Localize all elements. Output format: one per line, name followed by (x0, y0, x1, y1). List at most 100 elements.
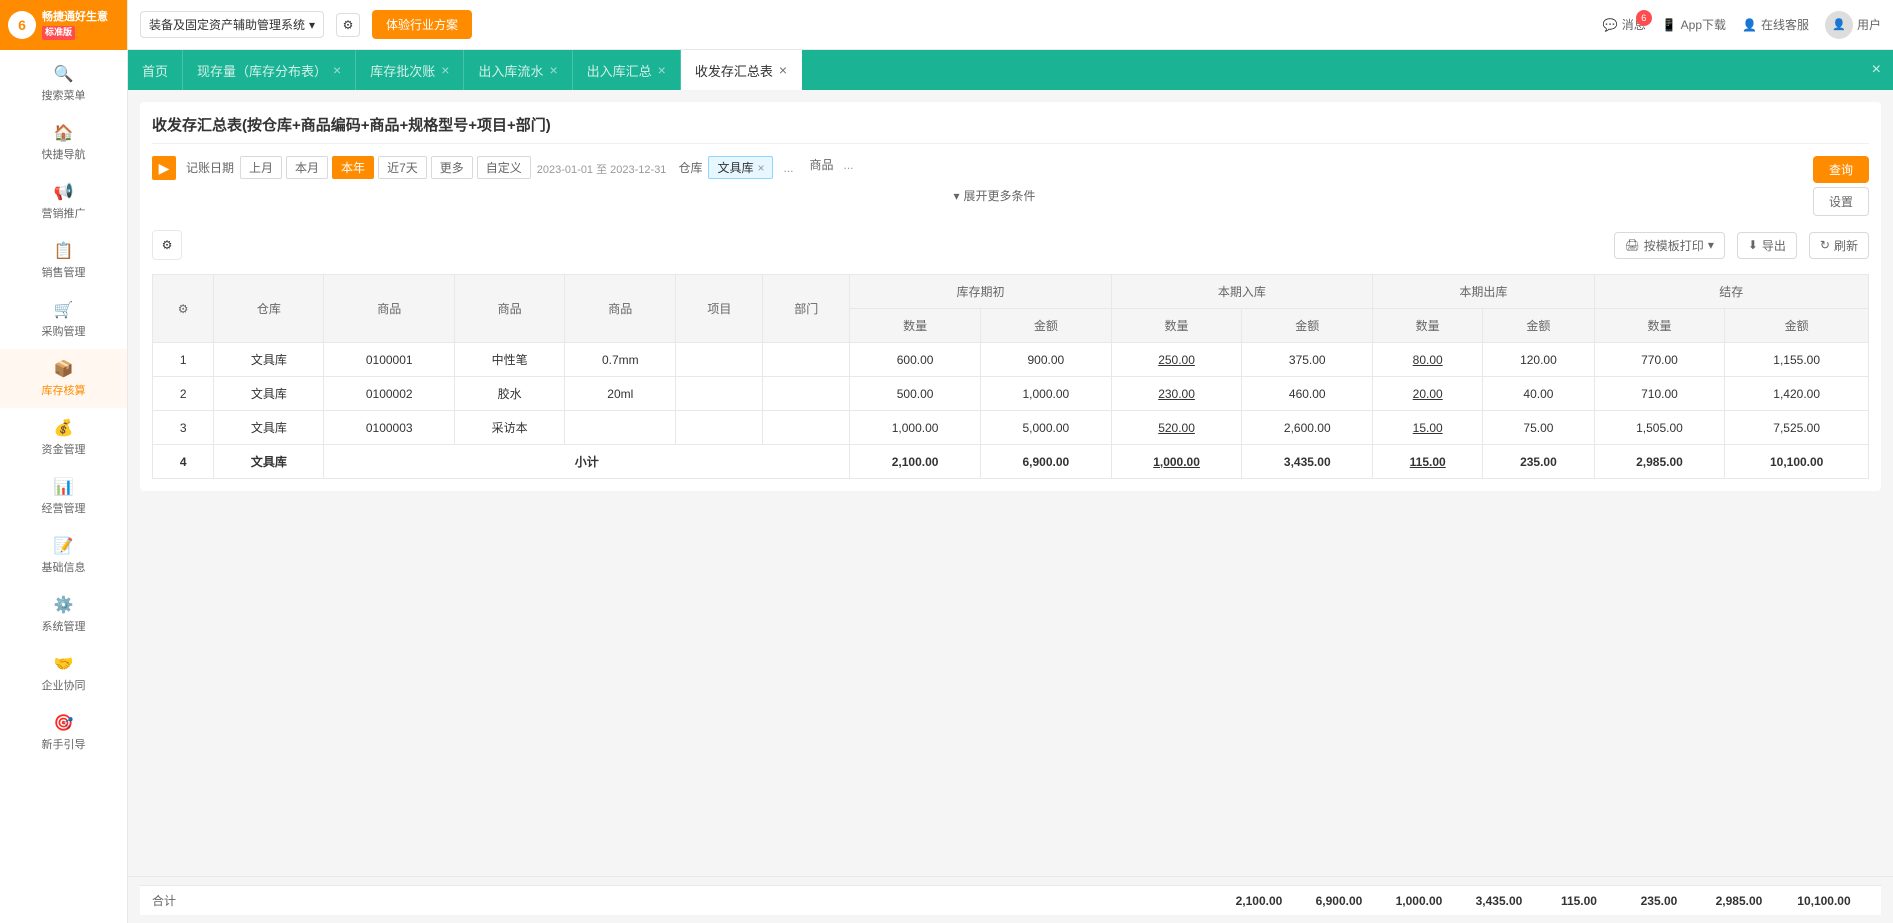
tab-inout-flow[interactable]: 出入库流水 × (464, 50, 572, 90)
sidebar-item-enterprise[interactable]: 🤝企业协同 (0, 644, 127, 703)
refresh-btn[interactable]: ↻ 刷新 (1809, 232, 1869, 259)
date-btn-更多[interactable]: 更多 (431, 156, 473, 179)
logo-text: 畅捷通好生意 标准版 (42, 10, 108, 40)
tab-close-batch[interactable]: × (441, 63, 449, 77)
sidebar-icon-basic-info: 📝 (54, 536, 74, 556)
sidebar-item-purchase[interactable]: 🛒 采购管理 (0, 290, 127, 349)
query-btn[interactable]: 查询 (1813, 156, 1869, 183)
cell-in-qty[interactable]: 250.00 (1111, 343, 1242, 377)
warehouse-filter-col: 仓库 文具库 × ... (678, 156, 797, 179)
date-range-display: 2023-01-01 至 2023-12-31 (537, 161, 667, 177)
th-settings: ⚙ (153, 275, 214, 343)
subtotal-in-amt: 3,435.00 (1242, 445, 1373, 479)
cell-seq: 1 (153, 343, 214, 377)
expand-more-label: 展开更多条件 (964, 187, 1036, 204)
sidebar-label-system: 系统管理 (42, 618, 86, 634)
sidebar-label-purchase: 采购管理 (42, 323, 86, 339)
sidebar-icon-search: 🔍 (54, 64, 74, 84)
filter-toggle-btn[interactable]: ▶ (152, 156, 176, 180)
sidebar-item-quick-nav[interactable]: 🏠快捷导航 (0, 113, 127, 172)
date-btn-近7天[interactable]: 近7天 (378, 156, 427, 179)
export-icon: ⬇ (1748, 238, 1758, 252)
warehouse-more-icon[interactable]: ... (779, 161, 797, 175)
sidebar-item-basic-info[interactable]: 📝基础信息 (0, 526, 127, 585)
cell-seq: 2 (153, 377, 214, 411)
subtotal-bal-amt: 10,100.00 (1725, 445, 1869, 479)
date-btn-本年[interactable]: 本年 (332, 156, 374, 179)
cell-project (676, 377, 763, 411)
query-actions: 查询 设置 (1813, 156, 1869, 216)
cell-open-qty: 1,000.00 (850, 411, 981, 445)
cell-open-amt: 5,000.00 (980, 411, 1111, 445)
close-all-tabs-btn[interactable]: × (1860, 61, 1893, 79)
tab-home[interactable]: 首页 (128, 50, 183, 90)
date-btn-上月[interactable]: 上月 (240, 156, 282, 179)
sidebar-item-inventory[interactable]: 📦库存核算 (0, 349, 127, 408)
tab-label-inout-flow: 出入库流水 (478, 61, 543, 80)
cell-in-qty[interactable]: 520.00 (1111, 411, 1242, 445)
cell-dept (763, 411, 850, 445)
filter-section: ▶ 记账日期 上月本月本年近7天更多自定义 2023-01-01 至 2023-… (152, 156, 1869, 216)
subtotal-row: 4 文具库 小计 2,100.00 6,900.00 1,000.00 3,43… (153, 445, 1869, 479)
cell-in-qty[interactable]: 230.00 (1111, 377, 1242, 411)
th-warehouse: 仓库 (214, 275, 324, 343)
system-selector[interactable]: 装备及固定资产辅助管理系统 ▾ (140, 11, 324, 38)
toolbar: ⚙ 🖨 按模板打印 ▾ ⬇ 导出 ↻ 刷新 (152, 224, 1869, 266)
online-service-btn[interactable]: 👤 在线客服 (1742, 16, 1809, 33)
expand-more-btn[interactable]: ▾ 展开更多条件 (186, 183, 1803, 208)
tab-close-collect-summary[interactable]: × (779, 63, 787, 77)
sidebar-item-operations[interactable]: 📊经营管理 (0, 467, 127, 526)
app-download-label: App下载 (1681, 16, 1726, 33)
cell-code: 0100001 (324, 343, 455, 377)
refresh-label: 刷新 (1834, 237, 1858, 254)
cell-out-qty[interactable]: 20.00 (1373, 377, 1483, 411)
date-btn-本月[interactable]: 本月 (286, 156, 328, 179)
tab-stock-dist[interactable]: 现存量（库存分布表）× (183, 50, 356, 90)
cell-goods: 胶水 (455, 377, 565, 411)
sidebar-item-search[interactable]: 🔍搜索菜单 (0, 54, 127, 113)
cell-in-amt: 460.00 (1242, 377, 1373, 411)
goods-filter-col: 商品 ... (810, 156, 858, 173)
tab-collect-summary[interactable]: 收发存汇总表 × (681, 50, 802, 90)
message-btn[interactable]: 💬 消息 6 (1603, 16, 1646, 33)
sidebar: 6 畅捷通好生意 标准版 🔍搜索菜单🏠快捷导航📢营销推广📋销售管理 🛒 采购管理 📦库… (0, 0, 128, 923)
settings-filter-btn[interactable]: 设置 (1813, 187, 1869, 216)
settings-icon[interactable]: ⚙ (336, 13, 360, 37)
sidebar-label-newbie: 新手引导 (42, 736, 86, 752)
warehouse-remove-icon[interactable]: × (757, 161, 764, 175)
user-btn[interactable]: 👤 用户 (1825, 11, 1881, 39)
tab-close-inout-summary[interactable]: × (658, 63, 666, 77)
export-btn[interactable]: ⬇ 导出 (1737, 232, 1797, 259)
print-icon: 🖨 (1625, 238, 1640, 252)
date-btn-自定义[interactable]: 自定义 (477, 156, 531, 179)
table-row: 2 文具库 0100002 胶水 20ml 500.00 1,000.00 23… (153, 377, 1869, 411)
tab-label-collect-summary: 收发存汇总表 (695, 61, 773, 80)
footer-totals: 合计 2,100.00 6,900.00 1,000.00 3,435.00 1… (128, 876, 1893, 923)
goods-more-icon[interactable]: ... (840, 158, 858, 172)
experience-btn[interactable]: 体验行业方案 (372, 10, 472, 39)
sidebar-label-inventory: 库存核算 (42, 382, 86, 398)
sidebar-item-sales[interactable]: 📋销售管理 (0, 231, 127, 290)
app-download-btn[interactable]: 📱 App下载 (1662, 16, 1726, 33)
sidebar-item-marketing[interactable]: 📢营销推广 (0, 172, 127, 231)
table-settings-btn[interactable]: ⚙ (152, 230, 182, 260)
cell-out-qty[interactable]: 80.00 (1373, 343, 1483, 377)
print-btn[interactable]: 🖨 按模板打印 ▾ (1614, 232, 1725, 259)
sidebar-item-system[interactable]: ⚙️系统管理 (0, 585, 127, 644)
tab-batch[interactable]: 库存批次账× (356, 50, 464, 90)
sidebar-label-enterprise: 企业协同 (42, 677, 86, 693)
subtotal-seq: 4 (153, 445, 214, 479)
tab-close-stock-dist[interactable]: × (333, 63, 341, 77)
tab-close-inout-flow[interactable]: × (549, 63, 557, 77)
sidebar-icon-purchase: 🛒 (54, 300, 74, 320)
footer-open-amt: 6,900.00 (1299, 894, 1379, 908)
sidebar-item-finance[interactable]: 💰资金管理 (0, 408, 127, 467)
sidebar-icon-marketing: 📢 (54, 182, 74, 202)
tab-inout-summary[interactable]: 出入库汇总× (573, 50, 681, 90)
logo-icon: 6 (8, 11, 36, 39)
topbar: 装备及固定资产辅助管理系统 ▾ ⚙ 体验行业方案 💬 消息 6 📱 App下载 … (128, 0, 1893, 50)
warehouse-tag[interactable]: 文具库 × (708, 156, 773, 179)
cell-project (676, 411, 763, 445)
cell-out-qty[interactable]: 15.00 (1373, 411, 1483, 445)
sidebar-item-newbie[interactable]: 🎯新手引导 (0, 703, 127, 762)
